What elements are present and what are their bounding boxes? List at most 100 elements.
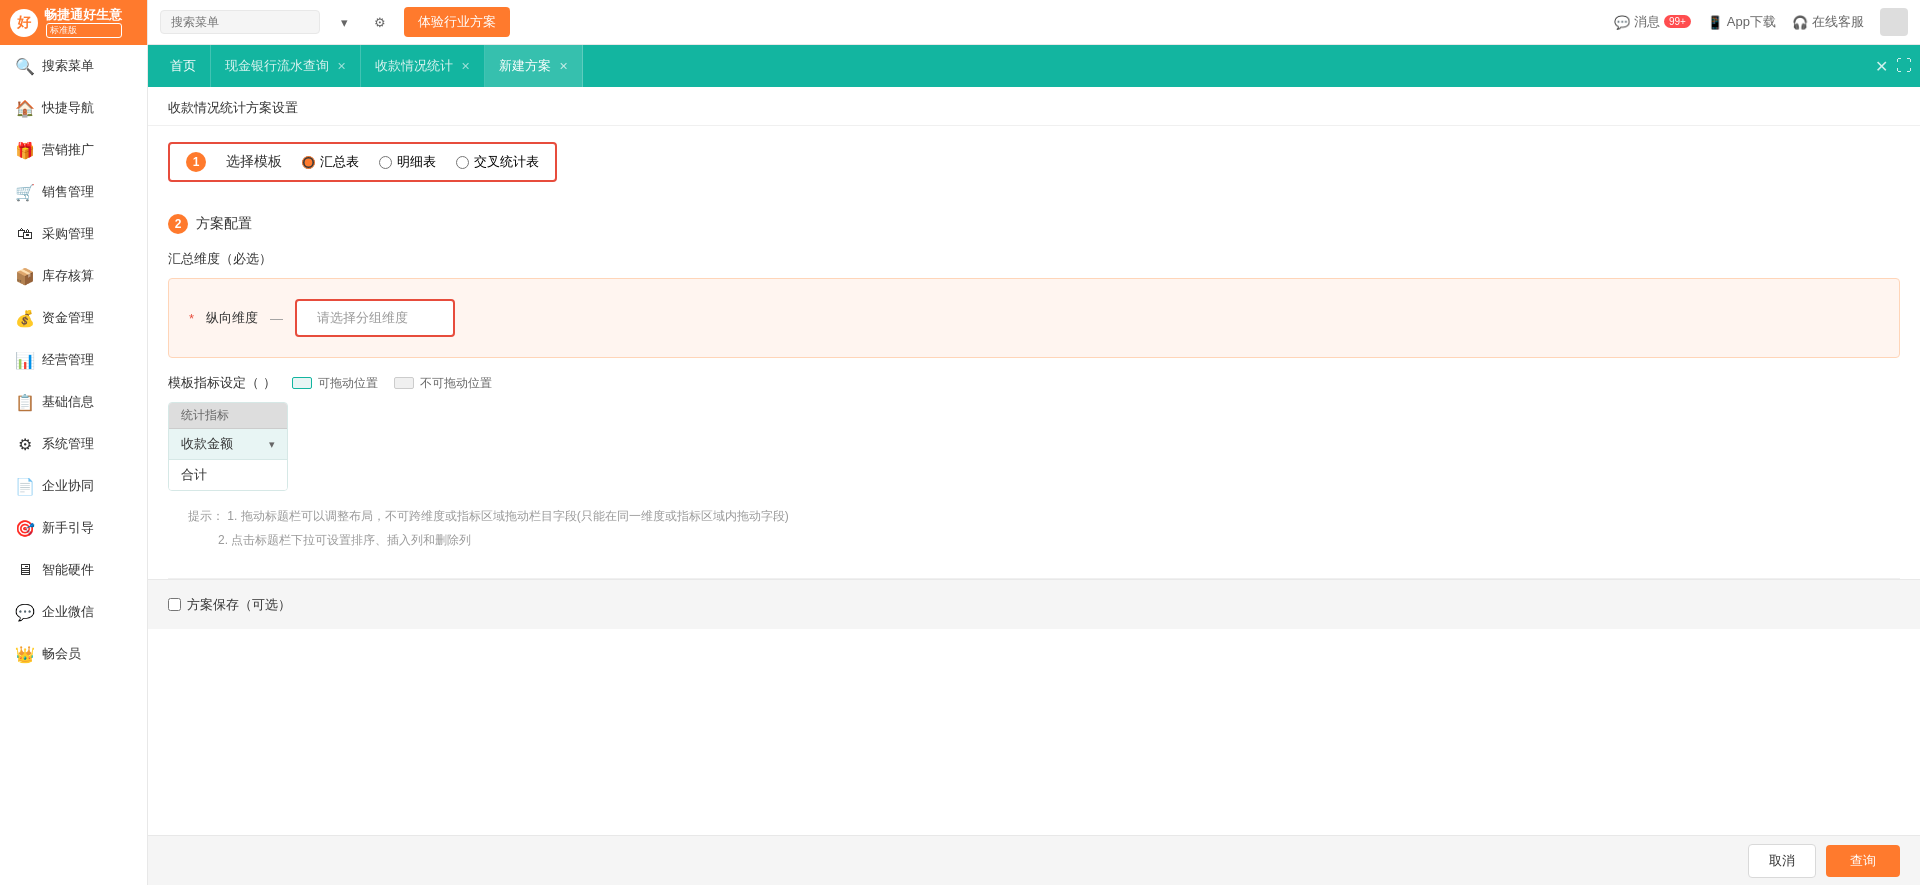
sidebar-item-label: 企业微信 xyxy=(42,603,94,621)
settings-icon[interactable]: ⚙ xyxy=(368,10,392,34)
sidebar: 好 畅捷通好生意 标准版 🔍 搜索菜单 🏠 快捷导航 🎁 营销推广 🛒 销售管理… xyxy=(0,0,148,885)
search-menu-icon: 🔍 xyxy=(16,57,34,75)
tab-bank-flow-close[interactable]: ✕ xyxy=(337,60,346,73)
user-avatar[interactable] xyxy=(1880,8,1908,36)
cart-icon: 🛒 xyxy=(16,183,34,201)
sidebar-item-label: 库存核算 xyxy=(42,267,94,285)
sidebar-item-label: 资金管理 xyxy=(42,309,94,327)
radio-summary-input[interactable] xyxy=(302,156,315,169)
stat-table-header: 统计指标 xyxy=(181,408,229,422)
app-download-button[interactable]: 📱 App下载 xyxy=(1707,13,1776,31)
save-checkbox-input[interactable] xyxy=(168,598,181,611)
dimension-section-label: 汇总维度（必选） xyxy=(168,250,1900,268)
sidebar-item-label: 销售管理 xyxy=(42,183,94,201)
sidebar-item-wechat[interactable]: 💬 企业微信 xyxy=(0,591,147,633)
industry-plan-button[interactable]: 体验行业方案 xyxy=(404,7,510,37)
sidebar-item-label: 系统管理 xyxy=(42,435,94,453)
sidebar-item-search-menu[interactable]: 🔍 搜索菜单 xyxy=(0,45,147,87)
fixed-label: 不可拖动位置 xyxy=(420,375,492,392)
radio-detail-input[interactable] xyxy=(379,156,392,169)
sidebar-item-label: 采购管理 xyxy=(42,225,94,243)
section2-number: 2 xyxy=(168,214,188,234)
chart-icon: 📊 xyxy=(16,351,34,369)
dimension-row: * 纵向维度 — 请选择分组维度 xyxy=(189,299,1879,337)
tips-area: 提示： 1. 拖动标题栏可以调整布局，不可跨维度或指标区域拖动栏目字段(只能在同… xyxy=(168,494,1900,562)
notification-button[interactable]: 💬 消息 99+ xyxy=(1614,13,1691,31)
tip1: 提示： 1. 拖动标题栏可以调整布局，不可跨维度或指标区域拖动栏目字段(只能在同… xyxy=(188,504,1880,528)
tabbar: 首页 现金银行流水查询 ✕ 收款情况统计 ✕ 新建方案 ✕ ✕ ⛶ xyxy=(148,45,1920,87)
tab-close-all-icon[interactable]: ✕ xyxy=(1875,57,1888,76)
tab-payment-stats[interactable]: 收款情况统计 ✕ xyxy=(361,45,485,87)
column-header-dropdown-icon[interactable]: ▾ xyxy=(269,438,275,451)
draggable-legend: 可拖动位置 xyxy=(292,375,378,392)
logo-text: 畅捷通好生意 xyxy=(44,7,122,23)
tip2: 2. 点击标题栏下拉可设置排序、插入列和删除列 xyxy=(188,528,1880,552)
footer-actions: 取消 查询 xyxy=(148,835,1920,885)
required-star: * xyxy=(189,311,194,326)
gift-icon: 🎁 xyxy=(16,141,34,159)
fixed-legend: 不可拖动位置 xyxy=(394,375,492,392)
app-download-label: App下载 xyxy=(1727,13,1776,31)
sidebar-item-label: 新手引导 xyxy=(42,519,94,537)
bag-icon: 🛍 xyxy=(16,225,34,243)
radio-detail[interactable]: 明细表 xyxy=(379,153,436,171)
topbar-search-input[interactable] xyxy=(160,10,320,34)
sidebar-item-marketing[interactable]: 🎁 营销推广 xyxy=(0,129,147,171)
tab-home[interactable]: 首页 xyxy=(156,45,211,87)
sidebar-item-system[interactable]: ⚙ 系统管理 xyxy=(0,423,147,465)
tab-payment-stats-close[interactable]: ✕ xyxy=(461,60,470,73)
section2-title-row: 2 方案配置 xyxy=(168,214,1900,234)
sidebar-logo: 好 畅捷通好生意 标准版 xyxy=(0,0,147,45)
customer-service-label: 在线客服 xyxy=(1812,13,1864,31)
money-icon: 💰 xyxy=(16,309,34,327)
app-icon: 📱 xyxy=(1707,15,1723,30)
topbar-dropdown-icon[interactable]: ▾ xyxy=(332,10,356,34)
tab-new-plan-close[interactable]: ✕ xyxy=(559,60,568,73)
notification-badge: 99+ xyxy=(1664,15,1691,28)
section1-title-row: 1 选择模板 汇总表 明细表 xyxy=(168,142,1900,182)
target-icon: 🎯 xyxy=(16,519,34,537)
topbar: ▾ ⚙ 体验行业方案 💬 消息 99+ 📱 App下载 🎧 在线客服 xyxy=(148,0,1920,45)
save-checkbox-label[interactable]: 方案保存（可选） xyxy=(168,596,291,614)
metric-table-column-header[interactable]: 收款金额 ▾ xyxy=(169,429,287,460)
sidebar-item-inventory[interactable]: 📦 库存核算 xyxy=(0,255,147,297)
radio-summary[interactable]: 汇总表 xyxy=(302,153,359,171)
sidebar-item-business[interactable]: 📊 经营管理 xyxy=(0,339,147,381)
page-title: 收款情况统计方案设置 xyxy=(168,100,298,115)
sidebar-item-quick-nav[interactable]: 🏠 快捷导航 xyxy=(0,87,147,129)
sidebar-item-label: 经营管理 xyxy=(42,351,94,369)
query-button[interactable]: 查询 xyxy=(1826,845,1900,877)
customer-service-button[interactable]: 🎧 在线客服 xyxy=(1792,13,1864,31)
metric-header-label: 模板指标设定（ ） xyxy=(168,374,276,392)
logo-icon: 好 xyxy=(10,9,38,37)
main-content: ▾ ⚙ 体验行业方案 💬 消息 99+ 📱 App下载 🎧 在线客服 首页 xyxy=(148,0,1920,885)
sidebar-item-label: 快捷导航 xyxy=(42,99,94,117)
tab-new-plan[interactable]: 新建方案 ✕ xyxy=(485,45,583,87)
sidebar-item-label: 搜索菜单 xyxy=(42,57,94,75)
sidebar-item-label: 畅会员 xyxy=(42,645,81,663)
tab-expand-icon[interactable]: ⛶ xyxy=(1896,57,1912,75)
tabbar-controls: ✕ ⛶ xyxy=(1875,57,1912,76)
box-icon: 📦 xyxy=(16,267,34,285)
sidebar-item-member[interactable]: 👑 畅会员 xyxy=(0,633,147,675)
cancel-button[interactable]: 取消 xyxy=(1748,844,1816,878)
dimension-select-box[interactable]: 请选择分组维度 xyxy=(295,299,455,337)
sidebar-item-hardware[interactable]: 🖥 智能硬件 xyxy=(0,549,147,591)
sidebar-item-label: 企业协同 xyxy=(42,477,94,495)
content-area: 收款情况统计方案设置 1 选择模板 汇总表 xyxy=(148,87,1920,835)
sidebar-item-cooperation[interactable]: 📄 企业协同 xyxy=(0,465,147,507)
sidebar-item-basic-info[interactable]: 📋 基础信息 xyxy=(0,381,147,423)
tab-bank-flow[interactable]: 现金银行流水查询 ✕ xyxy=(211,45,361,87)
headset-icon: 🎧 xyxy=(1792,15,1808,30)
clipboard-icon: 📋 xyxy=(16,393,34,411)
sidebar-item-purchase[interactable]: 🛍 采购管理 xyxy=(0,213,147,255)
gear-icon: ⚙ xyxy=(16,435,34,453)
sidebar-item-newbie[interactable]: 🎯 新手引导 xyxy=(0,507,147,549)
radio-cross-input[interactable] xyxy=(456,156,469,169)
page-header: 收款情况统计方案设置 xyxy=(148,87,1920,126)
radio-cross[interactable]: 交叉统计表 xyxy=(456,153,539,171)
page-container: 收款情况统计方案设置 1 选择模板 汇总表 xyxy=(148,87,1920,835)
sidebar-item-label: 智能硬件 xyxy=(42,561,94,579)
sidebar-item-funds[interactable]: 💰 资金管理 xyxy=(0,297,147,339)
sidebar-item-sales[interactable]: 🛒 销售管理 xyxy=(0,171,147,213)
